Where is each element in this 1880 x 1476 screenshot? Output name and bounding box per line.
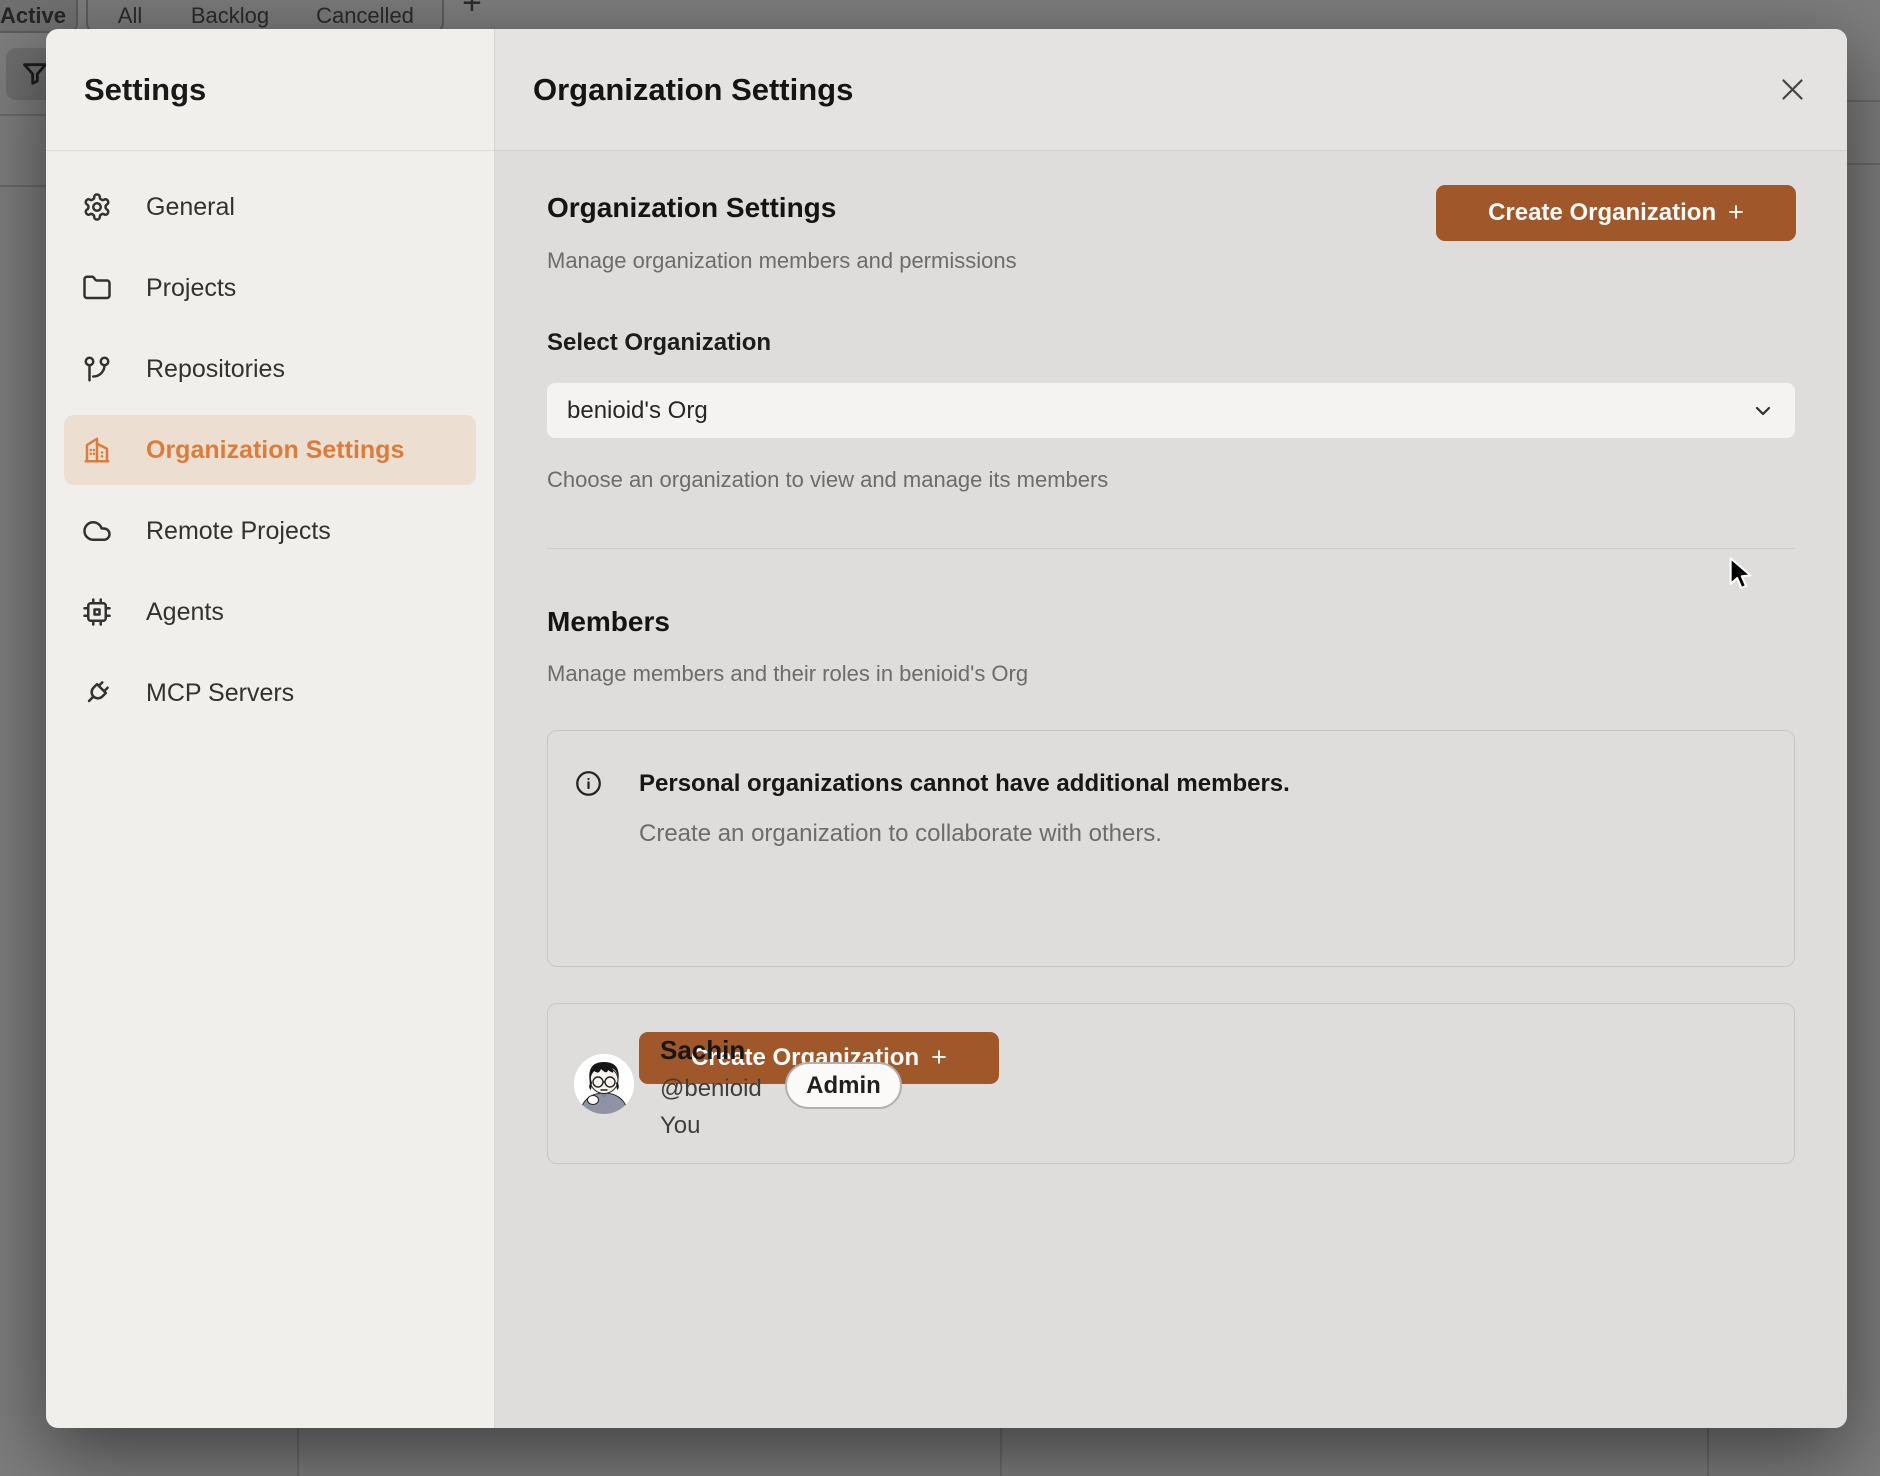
sidebar-item-remote-projects[interactable]: Remote Projects [64, 496, 476, 566]
create-organization-label: Create Organization [1488, 199, 1717, 226]
git-branch-icon [82, 354, 112, 384]
info-icon [575, 770, 602, 797]
members-subheading: Manage members and their roles in benioi… [547, 661, 1029, 686]
close-icon [1779, 76, 1806, 103]
chevron-down-icon [1751, 399, 1775, 423]
organization-select-value: benioid's Org [567, 396, 708, 424]
members-heading: Members [547, 606, 670, 637]
sidebar-item-general[interactable]: General [64, 172, 476, 242]
chip-icon [82, 597, 112, 627]
cloud-icon [82, 516, 112, 546]
sidebar-item-agents[interactable]: Agents [64, 577, 476, 647]
member-handle: @benioid [660, 1075, 762, 1102]
tab-all[interactable]: All [88, 3, 172, 29]
member-name: Sachin [660, 1035, 746, 1065]
org-section-heading: Organization Settings [547, 192, 837, 223]
section-divider [547, 548, 1795, 549]
sidebar-nav: General Projects Repositories Organization … [46, 151, 494, 728]
member-you-label: You [660, 1112, 701, 1139]
close-button[interactable] [1775, 73, 1809, 107]
bg-divider [0, 114, 46, 116]
sidebar-item-mcp-servers[interactable]: MCP Servers [64, 658, 476, 728]
add-tab-button[interactable]: + [462, 0, 482, 23]
notice-body: Create an organization to collaborate wi… [639, 820, 1162, 847]
gear-icon [82, 192, 112, 222]
member-row: Sachin @benioid You Admin [547, 1003, 1795, 1164]
bg-column-line [297, 1428, 299, 1476]
sidebar-item-label: MCP Servers [146, 678, 295, 707]
organization-select[interactable]: benioid's Org [547, 383, 1795, 438]
personal-org-notice: Personal organizations cannot have addit… [547, 730, 1795, 1084]
sidebar-item-projects[interactable]: Projects [64, 253, 476, 323]
create-organization-button[interactable]: Create Organization + [1436, 185, 1796, 241]
settings-modal: Settings General Projects Repositories Orga… [46, 29, 1847, 1428]
sidebar-title: Settings [46, 29, 494, 151]
sidebar-item-label: Agents [146, 597, 224, 626]
panel-body: Organization Settings Manage organizatio… [495, 151, 1847, 1428]
sidebar-item-organization-settings[interactable]: Organization Settings [64, 415, 476, 485]
screen: Active All Backlog Cancelled + Settings … [0, 0, 1880, 1476]
bg-divider [0, 185, 46, 187]
sidebar-item-label: General [146, 192, 235, 221]
tab-backlog[interactable]: Backlog [172, 3, 288, 29]
select-organization-help: Choose an organization to view and manag… [547, 467, 1109, 492]
settings-sidebar: Settings General Projects Repositories Orga… [46, 29, 495, 1428]
sidebar-item-repositories[interactable]: Repositories [64, 334, 476, 404]
sidebar-item-label: Repositories [146, 354, 285, 383]
building-icon [82, 435, 112, 465]
plus-icon: + [1728, 196, 1744, 227]
avatar [574, 1054, 634, 1114]
sidebar-item-label: Remote Projects [146, 516, 331, 545]
plug-icon [82, 678, 112, 708]
bg-column-line [1707, 1428, 1709, 1476]
tab-cancelled[interactable]: Cancelled [288, 3, 442, 29]
funnel-icon [21, 60, 49, 88]
sidebar-item-label: Organization Settings [146, 435, 405, 464]
org-section-subheading: Manage organization members and permissi… [547, 248, 1017, 273]
bg-column-line [1000, 1428, 1002, 1476]
folder-icon [82, 273, 112, 303]
bg-divider [1847, 163, 1880, 165]
panel-header: Organization Settings [495, 29, 1847, 151]
panel-title: Organization Settings [533, 71, 854, 107]
sidebar-item-label: Projects [146, 273, 237, 302]
select-organization-label: Select Organization [547, 329, 772, 356]
bg-divider [1847, 100, 1880, 102]
role-badge: Admin [785, 1062, 902, 1109]
notice-title: Personal organizations cannot have addit… [639, 770, 1290, 797]
organization-settings-panel: Organization Settings Organization Setti… [495, 29, 1847, 1428]
